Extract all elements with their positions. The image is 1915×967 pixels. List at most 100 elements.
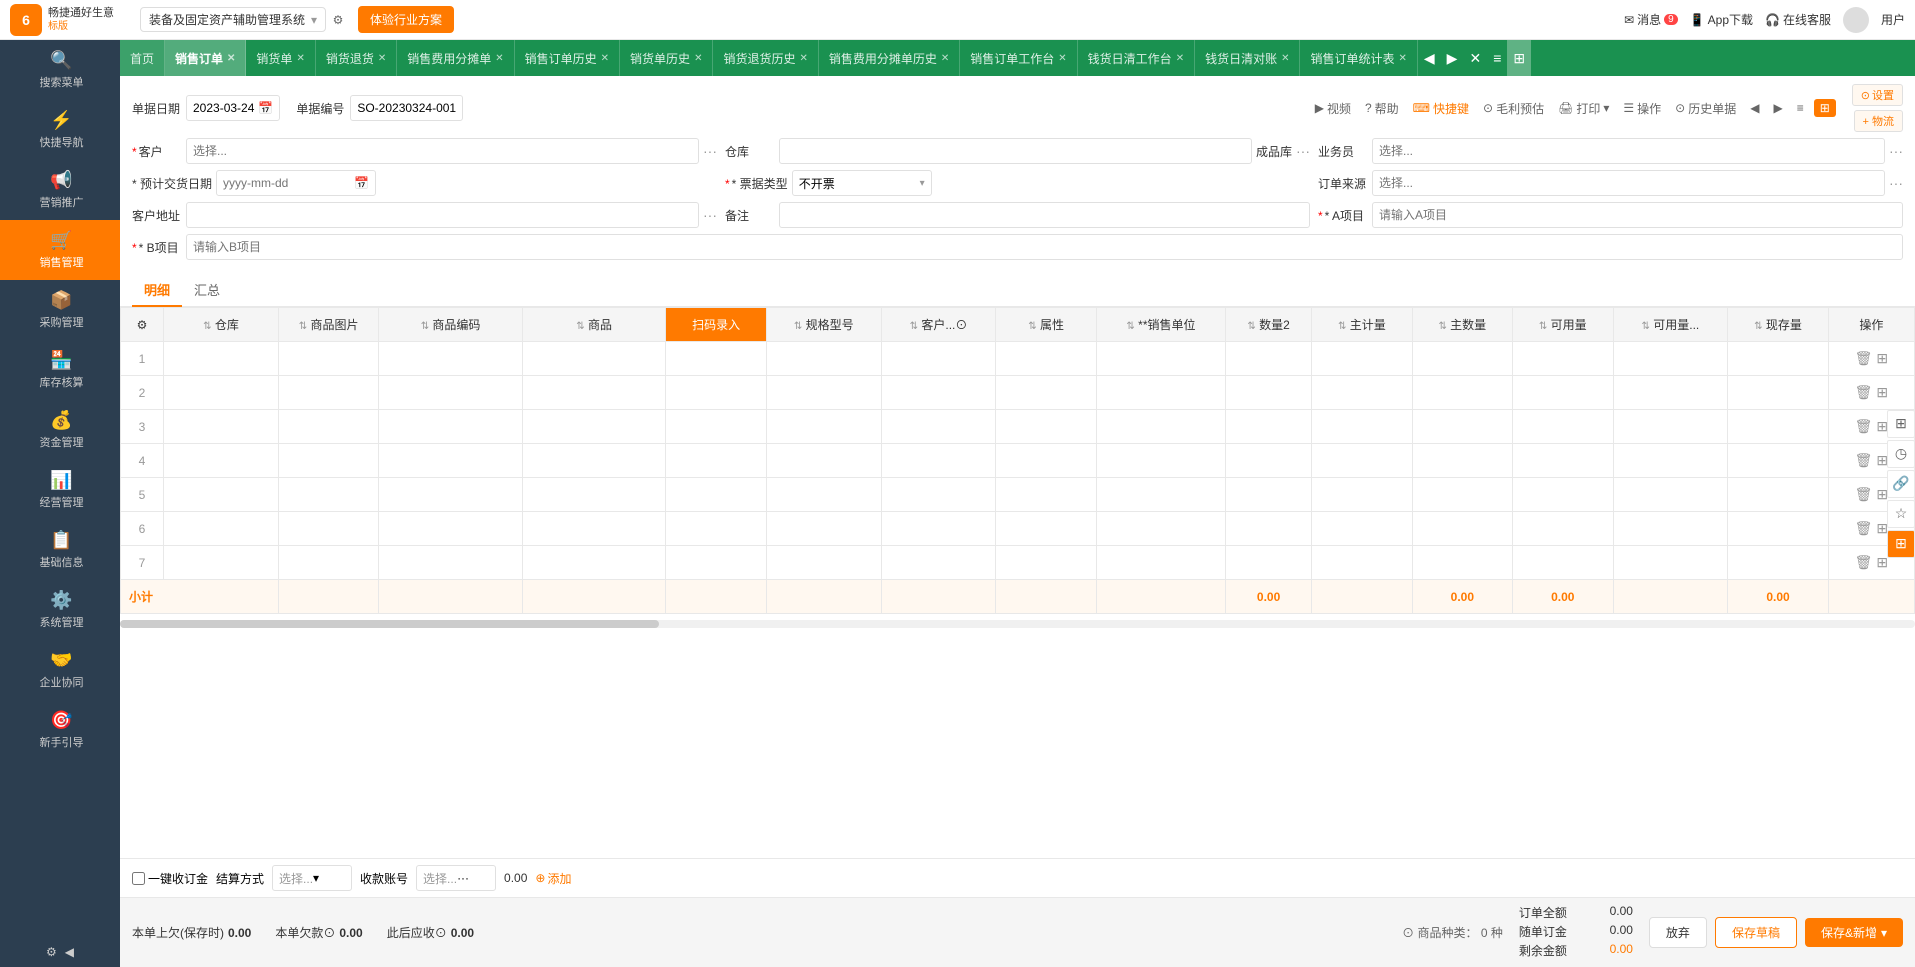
tab-cash-workbench[interactable]: 钱货日清工作台 ✕ <box>1078 40 1195 76</box>
col-qty2[interactable]: ⇅ 数量2 <box>1226 308 1312 342</box>
customer-input[interactable] <box>186 138 699 164</box>
tab-sales-order[interactable]: 销售订单 ✕ <box>165 40 246 76</box>
sidebar-item-marketing[interactable]: 📢 营销推广 <box>0 160 120 220</box>
sidebar-item-basic-info[interactable]: 📋 基础信息 <box>0 520 120 580</box>
sidebar-item-collab[interactable]: 🤝 企业协同 <box>0 640 120 700</box>
help-btn[interactable]: ? 帮助 <box>1361 98 1403 119</box>
tab-close-icon[interactable]: ✕ <box>1058 53 1066 64</box>
tab-return[interactable]: 销货退货 ✕ <box>316 40 397 76</box>
app-download-btn[interactable]: 📱 App下载 <box>1690 11 1753 28</box>
tab-nav-close[interactable]: ✕ <box>1463 40 1487 76</box>
sidebar-item-system[interactable]: ⚙️ 系统管理 <box>0 580 120 640</box>
tab-close-icon[interactable]: ✕ <box>799 53 807 64</box>
add-payment-btn[interactable]: ⊕ 添加 <box>535 870 571 887</box>
sidebar-settings-icon[interactable]: ⚙ <box>46 945 57 959</box>
delete-icon[interactable]: 🗑 <box>1855 520 1873 537</box>
address-input[interactable] <box>186 202 699 228</box>
gear-icon[interactable]: ⚙ <box>326 8 350 32</box>
order-no-input[interactable]: SO-20230324-001 <box>350 95 463 121</box>
col-main-unit[interactable]: ⇅ 主计量 <box>1312 308 1412 342</box>
delete-icon[interactable]: 🗑 <box>1855 452 1873 469</box>
invoice-type-select[interactable]: 不开票 ▾ <box>792 170 932 196</box>
one-click-checkbox[interactable]: 一键收订金 <box>132 870 208 887</box>
avatar[interactable] <box>1843 7 1869 33</box>
delete-icon[interactable]: 🗑 <box>1855 384 1873 401</box>
staff-dots[interactable]: ··· <box>1889 143 1903 159</box>
tab-close-icon[interactable]: ✕ <box>1399 53 1407 64</box>
col-product-img[interactable]: ⇅ 商品图片 <box>278 308 378 342</box>
order-source-dots[interactable]: ··· <box>1889 175 1903 191</box>
col-warehouse[interactable]: ⇅ 仓库 <box>164 308 279 342</box>
save-draft-button[interactable]: 保存草稿 <box>1715 917 1797 948</box>
print-btn[interactable]: 🖨 打印 ▾ <box>1554 98 1613 119</box>
col-avail-qty[interactable]: ⇅ 可用量 <box>1513 308 1613 342</box>
list-view-btn[interactable]: ≡ <box>1793 99 1808 117</box>
tab-nav-prev[interactable]: ◀ <box>1418 40 1441 76</box>
sidebar-item-purchase[interactable]: 📦 采购管理 <box>0 280 120 340</box>
sidebar-collapse-icon[interactable]: ◀ <box>65 945 74 959</box>
system-selector[interactable]: 装备及固定资产辅助管理系统 ▾ <box>140 7 326 32</box>
nav-next-btn[interactable]: ▶ <box>1769 99 1786 117</box>
sidebar-item-sales[interactable]: 🛒 销售管理 <box>0 220 120 280</box>
tab-expense-history[interactable]: 销售费用分摊单历史 ✕ <box>819 40 960 76</box>
date-input[interactable]: 2023-03-24 📅 <box>186 95 280 121</box>
sub-tab-summary[interactable]: 汇总 <box>182 274 232 307</box>
solution-button[interactable]: 体验行业方案 <box>358 6 454 33</box>
sidebar-item-finance[interactable]: 💰 资金管理 <box>0 400 120 460</box>
col-stock-qty[interactable]: ⇅ 现存量 <box>1728 308 1828 342</box>
tab-close-icon[interactable]: ✕ <box>941 53 949 64</box>
copy-icon[interactable]: ⊞ <box>1876 384 1888 401</box>
address-dots[interactable]: ··· <box>703 207 717 223</box>
tab-order-workbench[interactable]: 销售订单工作台 ✕ <box>960 40 1077 76</box>
sidebar-item-guide[interactable]: 🎯 新手引导 <box>0 700 120 760</box>
tab-close-icon[interactable]: ✕ <box>495 53 503 64</box>
right-float-btn-5[interactable]: ⊞ <box>1887 530 1915 558</box>
delivery-date-input[interactable]: 📅 <box>216 170 376 196</box>
profit-btn[interactable]: ⊙ 毛利预估 <box>1479 98 1548 119</box>
delete-icon[interactable]: 🗑 <box>1855 554 1873 571</box>
one-click-input[interactable] <box>132 872 145 885</box>
tab-cash-reconcile[interactable]: 钱货日清对账 ✕ <box>1195 40 1300 76</box>
sidebar-item-inventory[interactable]: 🏪 库存核算 <box>0 340 120 400</box>
tab-nav-expand[interactable]: ⊞ <box>1507 40 1531 76</box>
settings-btn[interactable]: ⊙ 设置 <box>1852 84 1903 106</box>
customer-dots[interactable]: ··· <box>703 143 717 159</box>
tab-home[interactable]: 首页 <box>120 40 165 76</box>
delete-icon[interactable]: 🗑 <box>1855 350 1873 367</box>
col-sales-unit[interactable]: ⇅ **销售单位 <box>1096 308 1225 342</box>
sub-tab-detail[interactable]: 明细 <box>132 274 182 307</box>
copy-icon[interactable]: ⊞ <box>1876 350 1888 367</box>
col-main-qty[interactable]: ⇅ 主数量 <box>1412 308 1512 342</box>
right-float-btn-2[interactable]: ◷ <box>1887 440 1915 468</box>
tab-expense-split[interactable]: 销售费用分摊单 ✕ <box>397 40 514 76</box>
history-btn[interactable]: ⊙ 历史单据 <box>1671 98 1740 119</box>
view-btn[interactable]: ▶ 视频 <box>1311 98 1355 119</box>
tab-return-history[interactable]: 销货退货历史 ✕ <box>713 40 818 76</box>
online-support-btn[interactable]: 🎧 在线客服 <box>1765 11 1831 28</box>
b-project-input[interactable] <box>186 234 1903 260</box>
right-float-btn-1[interactable]: ⊞ <box>1887 410 1915 438</box>
warehouse-dots[interactable]: ··· <box>1296 143 1310 159</box>
operation-btn[interactable]: ☰ 操作 <box>1619 98 1665 119</box>
delete-icon[interactable]: 🗑 <box>1855 486 1873 503</box>
save-new-button[interactable]: 保存&新增 ▾ <box>1805 918 1903 947</box>
right-float-btn-4[interactable]: ☆ <box>1887 500 1915 528</box>
message-btn[interactable]: ✉ 消息 9 <box>1624 11 1678 28</box>
tab-nav-next[interactable]: ▶ <box>1441 40 1464 76</box>
a-project-input[interactable] <box>1372 202 1903 228</box>
tab-close-icon[interactable]: ✕ <box>296 53 304 64</box>
tab-stats[interactable]: 销售订单统计表 ✕ <box>1300 40 1417 76</box>
col-settings[interactable]: ⚙ <box>121 308 164 342</box>
warehouse-input[interactable] <box>779 138 1252 164</box>
payment-method-select[interactable]: 选择... ▾ <box>272 865 352 891</box>
account-select[interactable]: 选择... ··· <box>416 865 496 891</box>
staff-input[interactable] <box>1372 138 1885 164</box>
grid-view-btn[interactable]: ⊞ <box>1814 99 1836 117</box>
tab-nav-menu[interactable]: ≡ <box>1487 40 1507 76</box>
shortcut-btn[interactable]: ⌨ 快捷键 <box>1409 98 1473 119</box>
tab-invoice[interactable]: 销货单 ✕ <box>246 40 315 76</box>
nav-prev-btn[interactable]: ◀ <box>1746 99 1763 117</box>
col-spec[interactable]: ⇅ 规格型号 <box>766 308 881 342</box>
sidebar-item-search[interactable]: 🔍 搜索菜单 <box>0 40 120 100</box>
order-source-input[interactable] <box>1372 170 1885 196</box>
